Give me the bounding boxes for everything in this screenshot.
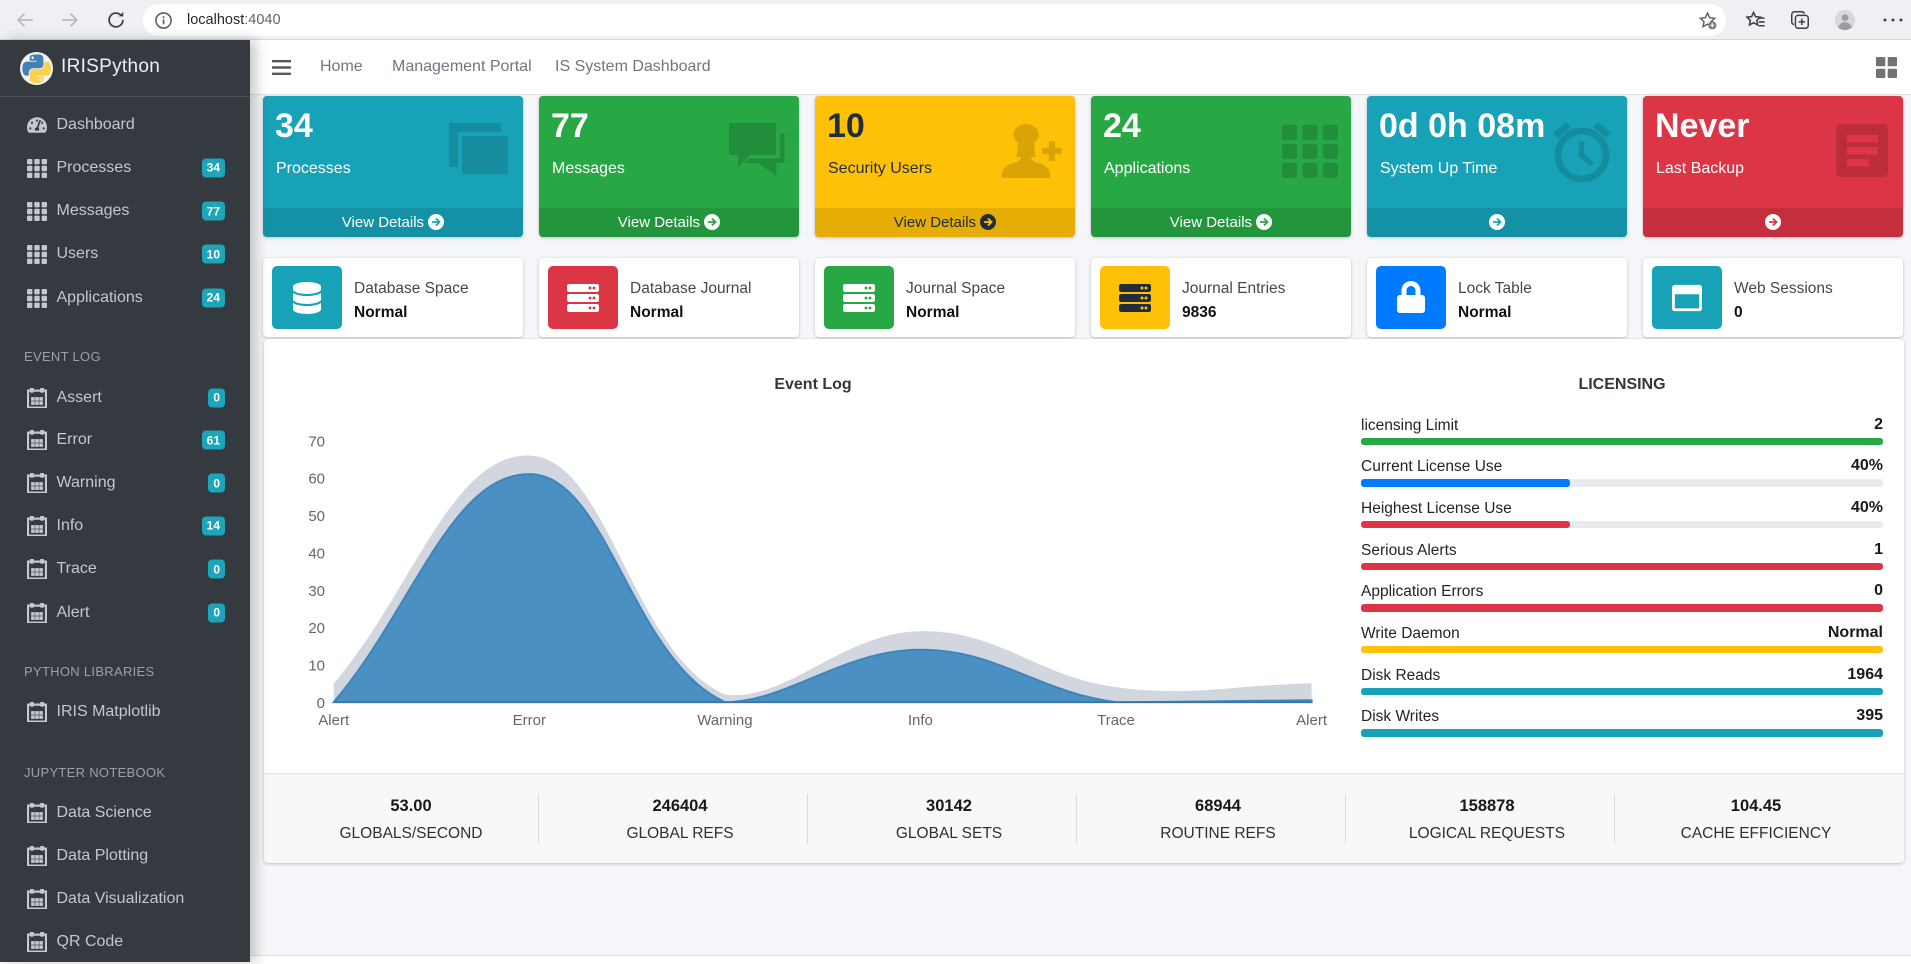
svg-text:Error: Error [513,712,546,729]
svg-text:Warning: Warning [697,712,752,729]
svg-text:Alert: Alert [1296,712,1328,729]
svg-text:50: 50 [308,508,325,525]
svg-text:20: 20 [308,620,325,637]
svg-text:Info: Info [908,712,933,729]
svg-text:10: 10 [308,657,325,674]
svg-text:Alert: Alert [318,712,350,729]
svg-text:30: 30 [308,582,325,599]
svg-text:Trace: Trace [1097,712,1135,729]
svg-text:60: 60 [308,470,325,487]
svg-text:70: 70 [308,433,325,450]
svg-text:0: 0 [317,694,325,711]
svg-text:40: 40 [308,545,325,562]
